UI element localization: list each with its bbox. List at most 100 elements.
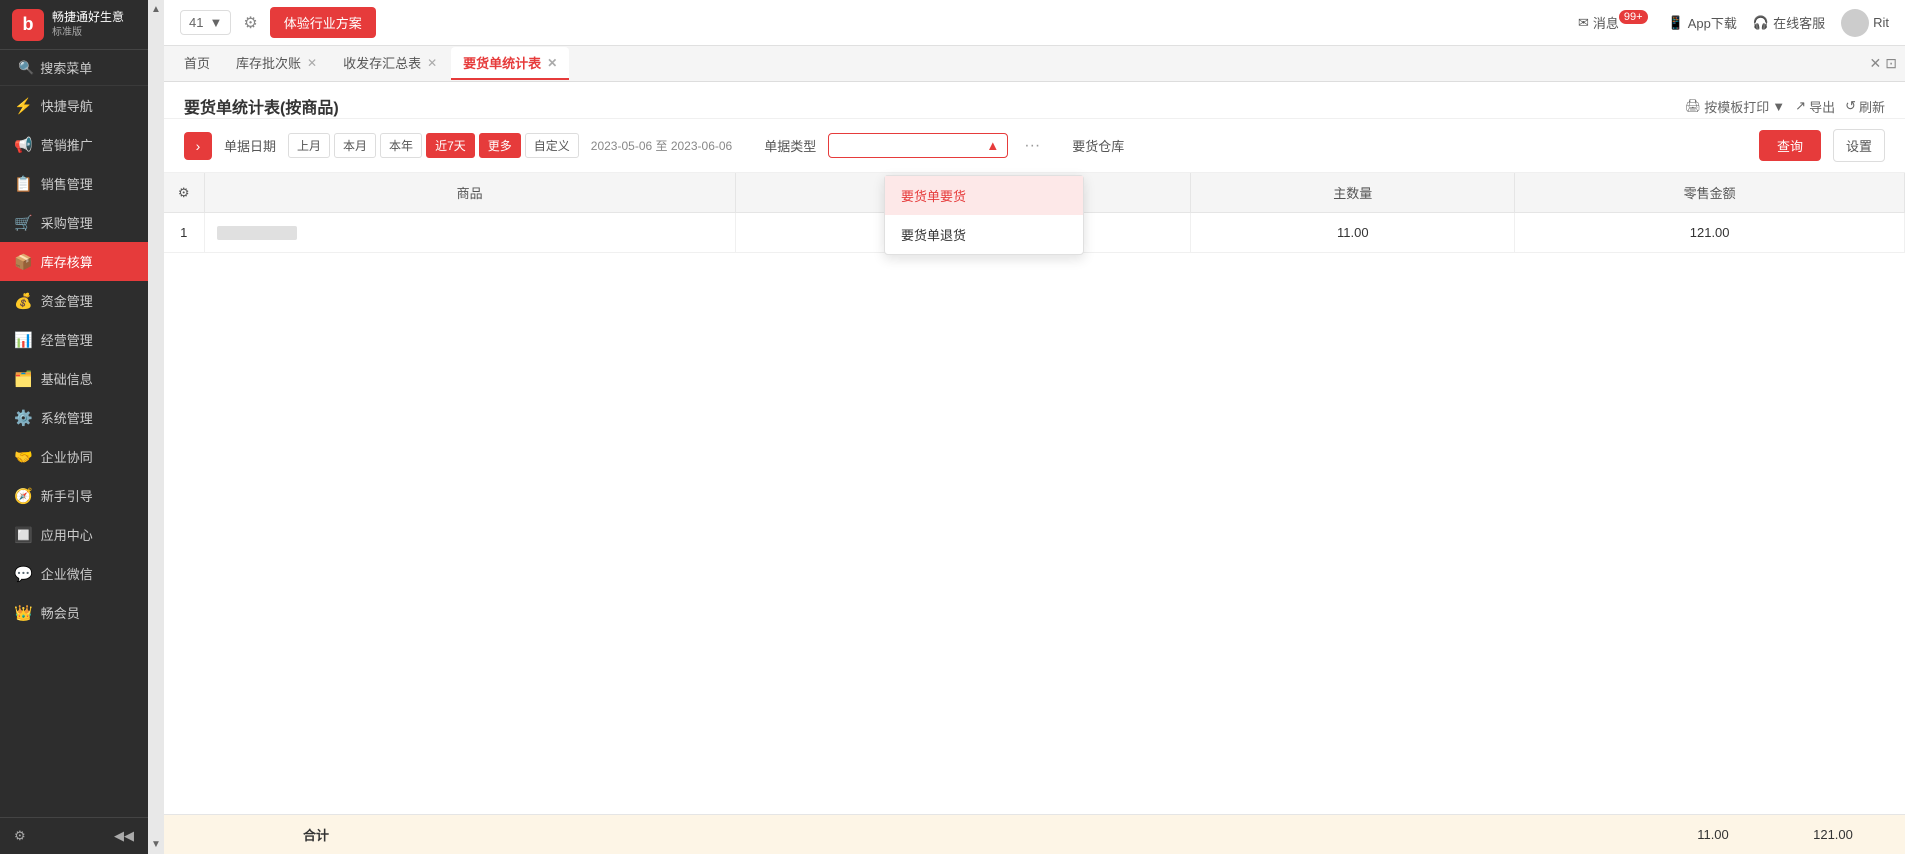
type-select-box[interactable]: ▲ bbox=[828, 133, 1008, 158]
guide-icon: 🧭 bbox=[14, 487, 33, 505]
sidebar-item-label: 快捷导航 bbox=[41, 96, 93, 115]
table-container: ⚙ 商品 主计量单位 主数量 零售金额 1 块 11.00 121.00 bbox=[164, 173, 1905, 814]
tab-end-buttons: ✕ ⊡ bbox=[1870, 55, 1897, 72]
sidebar-search[interactable]: 🔍 搜索菜单 bbox=[0, 50, 148, 86]
sidebar-item-label: 销售管理 bbox=[41, 174, 93, 193]
sidebar-item-label: 系统管理 bbox=[41, 408, 93, 427]
tab-home-label: 首页 bbox=[184, 53, 210, 72]
dropdown-item-return[interactable]: 要货单退货 bbox=[885, 215, 1083, 254]
query-btn[interactable]: 查询 bbox=[1759, 130, 1821, 161]
online-service-label: 在线客服 bbox=[1773, 13, 1825, 32]
filter-expand-btn[interactable]: › bbox=[184, 132, 212, 160]
sidebar-item-label: 基础信息 bbox=[41, 369, 93, 388]
tab-label: 要货单统计表 bbox=[463, 53, 541, 72]
table-col-amount: 零售金额 bbox=[1515, 173, 1905, 213]
sidebar-item-member[interactable]: 👑 畅会员 bbox=[0, 593, 148, 632]
search-icon: 🔍 bbox=[18, 60, 34, 76]
sidebar-item-finance[interactable]: 💰 资金管理 bbox=[0, 281, 148, 320]
sidebar-item-basics[interactable]: 🗂️ 基础信息 bbox=[0, 359, 148, 398]
sidebar-settings-icon[interactable]: ⚙ bbox=[14, 828, 26, 844]
date-btn-this-year[interactable]: 本年 bbox=[380, 133, 422, 158]
page-header: 要货单统计表(按商品) 🖨 按模板打印 ▼ ↗ 导出 ↺ 刷新 bbox=[164, 82, 1905, 119]
sales-icon: 📋 bbox=[14, 175, 33, 193]
tab-inventory-batch[interactable]: 库存批次账 ✕ bbox=[224, 47, 329, 80]
row-amount: 121.00 bbox=[1515, 213, 1905, 253]
date-btn-custom[interactable]: 自定义 bbox=[525, 133, 579, 158]
print-action[interactable]: 🖨 按模板打印 ▼ bbox=[1685, 97, 1785, 116]
sidebar-item-marketing[interactable]: 📢 营销推广 bbox=[0, 125, 148, 164]
tab-restore-btn[interactable]: ⊡ bbox=[1885, 55, 1897, 72]
dropdown-item-order[interactable]: 要货单要货 bbox=[885, 176, 1083, 215]
sidebar-item-label: 营销推广 bbox=[41, 135, 93, 154]
sidebar-item-label: 经营管理 bbox=[41, 330, 93, 349]
sidebar-item-label: 企业协同 bbox=[41, 447, 93, 466]
sidebar-item-guide[interactable]: 🧭 新手引导 bbox=[0, 476, 148, 515]
date-btn-last-month[interactable]: 上月 bbox=[288, 133, 330, 158]
filter-more-icon[interactable]: ··· bbox=[1024, 137, 1040, 155]
row-num: 1 bbox=[164, 213, 204, 253]
sidebar-scroll-strip: ▲ ▼ bbox=[148, 0, 164, 854]
avatar bbox=[1841, 9, 1869, 37]
online-service-item[interactable]: 🎧 在线客服 bbox=[1753, 13, 1825, 32]
industry-btn[interactable]: 体验行业方案 bbox=[270, 7, 376, 38]
page-actions: 🖨 按模板打印 ▼ ↗ 导出 ↺ 刷新 bbox=[1685, 97, 1885, 116]
sidebar-item-app-center[interactable]: 🔲 应用中心 bbox=[0, 515, 148, 554]
system-icon: ⚙️ bbox=[14, 409, 33, 427]
sidebar-collapse-icon[interactable]: ◀◀ bbox=[114, 828, 134, 844]
tab-close-inventory-batch[interactable]: ✕ bbox=[307, 56, 317, 70]
row-product bbox=[204, 213, 735, 253]
footer-quantity: 11.00 bbox=[1653, 827, 1773, 842]
service-icon: 🎧 bbox=[1753, 15, 1769, 31]
tab-close-order-stats[interactable]: ✕ bbox=[547, 56, 557, 70]
tenant-selector[interactable]: 41 ▼ bbox=[180, 10, 231, 35]
scroll-down-btn[interactable]: ▼ bbox=[151, 839, 161, 850]
row-quantity: 11.00 bbox=[1191, 213, 1515, 253]
sidebar-item-purchase[interactable]: 🛒 采购管理 bbox=[0, 203, 148, 242]
scroll-up-btn[interactable]: ▲ bbox=[151, 4, 161, 15]
topbar: 41 ▼ ⚙ 体验行业方案 ✉ 消息 99+ 📱 App下载 🎧 在线客服 R bbox=[164, 0, 1905, 46]
date-btn-more[interactable]: 更多 bbox=[479, 133, 521, 158]
settings-btn[interactable]: 设置 bbox=[1833, 129, 1885, 162]
logo-title: 畅捷通好生意 bbox=[52, 10, 124, 26]
tab-close-all-btn[interactable]: ✕ bbox=[1870, 55, 1882, 72]
sidebar-items: ⚡ 快捷导航 📢 营销推广 📋 销售管理 🛒 采购管理 📦 库存核算 💰 资金管… bbox=[0, 86, 148, 817]
main-content: 41 ▼ ⚙ 体验行业方案 ✉ 消息 99+ 📱 App下载 🎧 在线客服 R bbox=[164, 0, 1905, 854]
sidebar-item-enterprise[interactable]: 🤝 企业协同 bbox=[0, 437, 148, 476]
sidebar-item-inventory[interactable]: 📦 库存核算 bbox=[0, 242, 148, 281]
product-placeholder bbox=[217, 226, 297, 240]
warehouse-filter-label: 要货仓库 bbox=[1072, 136, 1124, 155]
sidebar-item-system[interactable]: ⚙️ 系统管理 bbox=[0, 398, 148, 437]
date-btn-this-month[interactable]: 本月 bbox=[334, 133, 376, 158]
settings-icon[interactable]: ⚙ bbox=[243, 13, 257, 33]
type-filter-label: 单据类型 bbox=[764, 136, 816, 155]
app-center-icon: 🔲 bbox=[14, 526, 33, 544]
tab-order-stats[interactable]: 要货单统计表 ✕ bbox=[451, 47, 569, 80]
operations-icon: 📊 bbox=[14, 331, 33, 349]
sidebar-item-label: 企业微信 bbox=[41, 564, 93, 583]
app-download-item[interactable]: 📱 App下载 bbox=[1668, 13, 1737, 32]
tab-close-receive-summary[interactable]: ✕ bbox=[427, 56, 437, 70]
topbar-left: 41 ▼ ⚙ 体验行业方案 bbox=[180, 7, 376, 38]
messages-label: 消息 bbox=[1593, 13, 1619, 32]
wechat-icon: 💬 bbox=[14, 565, 33, 583]
table-col-settings[interactable]: ⚙ bbox=[164, 173, 204, 213]
enterprise-icon: 🤝 bbox=[14, 448, 33, 466]
sidebar-item-label: 新手引导 bbox=[41, 486, 93, 505]
finance-icon: 💰 bbox=[14, 292, 33, 310]
print-icon: 🖨 bbox=[1685, 98, 1702, 114]
messages-item[interactable]: ✉ 消息 99+ bbox=[1578, 13, 1652, 32]
date-btn-7days[interactable]: 近7天 bbox=[426, 133, 475, 158]
tab-home[interactable]: 首页 bbox=[172, 47, 222, 80]
tabbar: 首页 库存批次账 ✕ 收发存汇总表 ✕ 要货单统计表 ✕ ✕ ⊡ bbox=[164, 46, 1905, 82]
sidebar-item-operations[interactable]: 📊 经营管理 bbox=[0, 320, 148, 359]
tab-receive-summary[interactable]: 收发存汇总表 ✕ bbox=[331, 47, 449, 80]
refresh-action[interactable]: ↺ 刷新 bbox=[1845, 97, 1885, 116]
sidebar-item-quick-nav[interactable]: ⚡ 快捷导航 bbox=[0, 86, 148, 125]
messages-badge: 99+ bbox=[1619, 10, 1648, 24]
sidebar-item-wechat[interactable]: 💬 企业微信 bbox=[0, 554, 148, 593]
date-filter-label: 单据日期 bbox=[224, 136, 276, 155]
chevron-down-icon: ▼ bbox=[209, 15, 222, 30]
user-item[interactable]: Rit bbox=[1841, 9, 1889, 37]
export-action[interactable]: ↗ 导出 bbox=[1795, 97, 1835, 116]
sidebar-item-sales[interactable]: 📋 销售管理 bbox=[0, 164, 148, 203]
